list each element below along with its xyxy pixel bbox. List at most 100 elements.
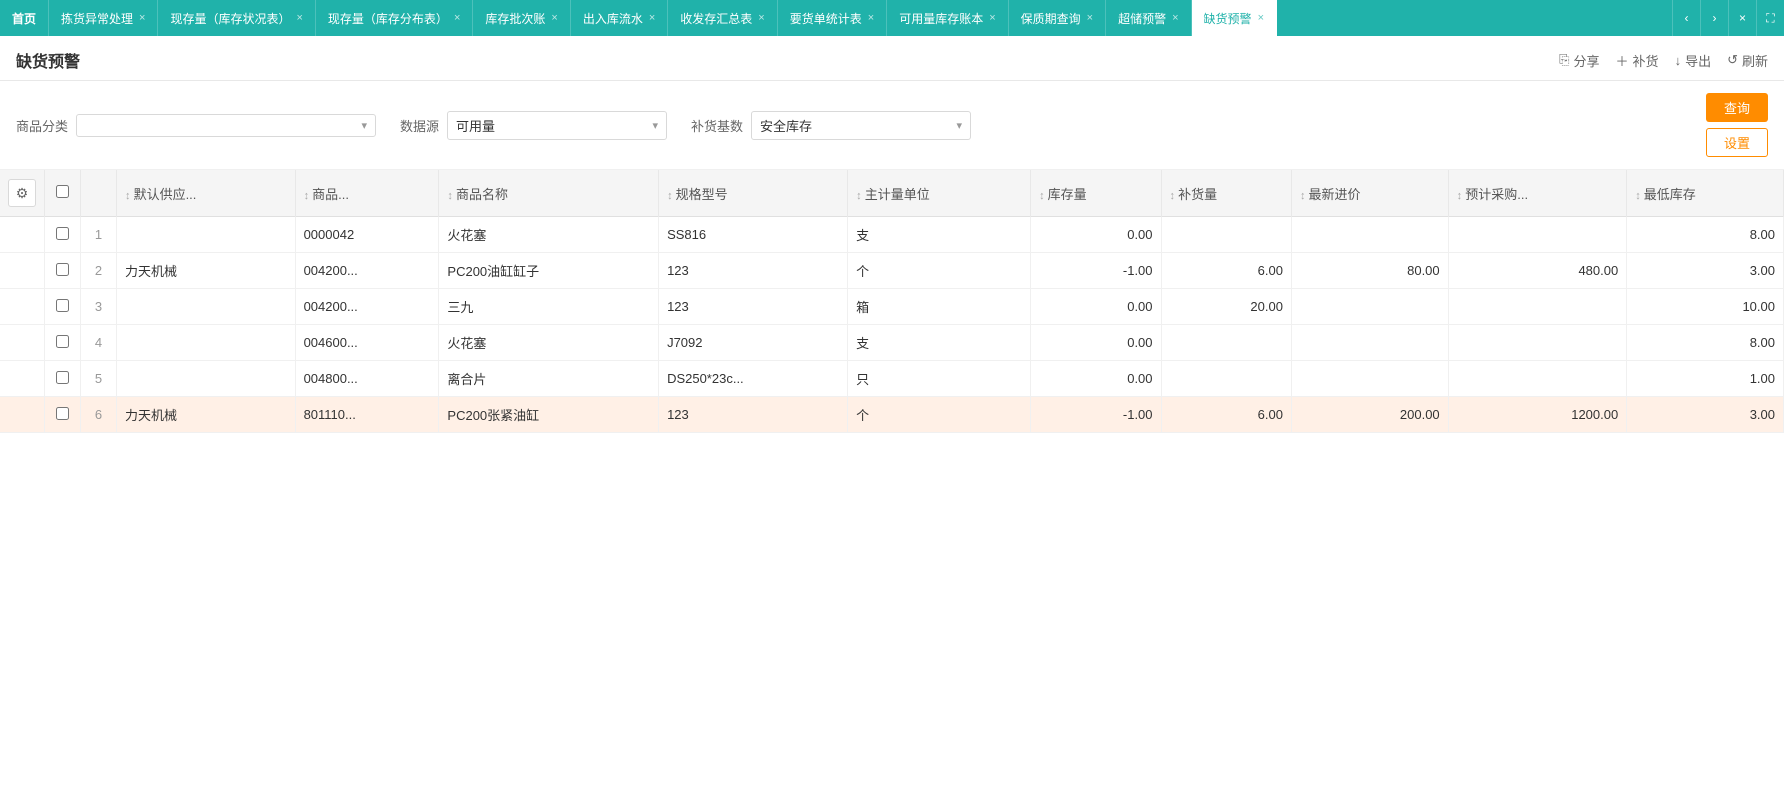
row-checkbox-cell	[45, 361, 81, 397]
row-checkbox[interactable]	[56, 335, 69, 348]
row-checkbox-cell	[45, 253, 81, 289]
row-product-code: 004200...	[295, 289, 439, 325]
tab-order-stats[interactable]: 要货单统计表 ×	[778, 0, 887, 36]
tab-stock-dist[interactable]: 现存量（库存分布表） ×	[316, 0, 473, 36]
tab-order-stats-close[interactable]: ×	[868, 12, 874, 24]
query-button[interactable]: 查询	[1706, 93, 1768, 122]
tab-avail-ledger-close[interactable]: ×	[989, 12, 995, 24]
replenish-qty-col-header[interactable]: 补货量	[1161, 170, 1291, 217]
category-select[interactable]: ▾	[76, 114, 376, 137]
row-checkbox[interactable]	[56, 371, 69, 384]
default-supplier-col-header[interactable]: 默认供应...	[117, 170, 296, 217]
row-product-code: 801110...	[295, 397, 439, 433]
product-code-col-header[interactable]: 商品...	[295, 170, 439, 217]
row-unit: 只	[848, 361, 1031, 397]
main-content: 缺货预警 ⎘ 分享 ＋ 补货 ↓ 导出 ↺ 刷新 商品分类	[0, 36, 1784, 796]
row-min-stock: 1.00	[1627, 361, 1784, 397]
tab-shortage-label: 缺货预警	[1204, 10, 1252, 27]
stock-qty-col-header[interactable]: 库存量	[1031, 170, 1161, 217]
row-unit: 个	[848, 397, 1031, 433]
tab-fullscreen-button[interactable]: ⛶	[1756, 0, 1784, 36]
gear-col-header: ⚙	[0, 170, 45, 217]
tab-expiry-label: 保质期查询	[1021, 10, 1081, 27]
row-est-purchase	[1448, 325, 1627, 361]
tab-exception-close[interactable]: ×	[139, 12, 145, 24]
row-checkbox[interactable]	[56, 227, 69, 240]
filter-actions: 查询 设置	[1706, 93, 1768, 157]
tab-stock-status-close[interactable]: ×	[296, 12, 302, 24]
row-spec: 123	[659, 397, 848, 433]
latest-price-col-header[interactable]: 最新进价	[1291, 170, 1448, 217]
row-est-purchase: 1200.00	[1448, 397, 1627, 433]
table-row: 3 004200... 三九 123 箱 0.00 20.00 10.00	[0, 289, 1784, 325]
row-spec: 123	[659, 289, 848, 325]
product-name-col-header[interactable]: 商品名称	[439, 170, 659, 217]
tab-shortage[interactable]: 缺货预警 ×	[1192, 0, 1277, 36]
tab-batch[interactable]: 库存批次账 ×	[473, 0, 570, 36]
row-default-supplier	[117, 217, 296, 253]
tab-batch-close[interactable]: ×	[551, 12, 557, 24]
row-est-purchase	[1448, 361, 1627, 397]
filter-bar: 商品分类 ▾ 数据源 可用量 ▾ 补货基数 安全库存 ▾ 查询 设置	[0, 81, 1784, 170]
refresh-button[interactable]: ↺ 刷新	[1727, 51, 1768, 70]
page-title: 缺货预警	[16, 48, 80, 72]
table-row: 2 力天机械 004200... PC200油缸缸子 123 个 -1.00 6…	[0, 253, 1784, 289]
replenish-button[interactable]: ＋ 补货	[1616, 51, 1659, 70]
row-min-stock: 8.00	[1627, 325, 1784, 361]
tab-next-button[interactable]: ›	[1700, 0, 1728, 36]
tab-stock-status-label: 现存量（库存状况表）	[170, 10, 290, 27]
row-default-supplier: 力天机械	[117, 253, 296, 289]
export-button[interactable]: ↓ 导出	[1675, 51, 1712, 70]
tab-avail-ledger[interactable]: 可用量库存账本 ×	[887, 0, 1008, 36]
row-num-cell: 2	[81, 253, 117, 289]
table-wrapper: ⚙ 默认供应... 商品... 商品名称 规格型号 主计量单位 库存量 补货量 …	[0, 170, 1784, 433]
datasource-select[interactable]: 可用量 ▾	[447, 111, 667, 140]
unit-col-header[interactable]: 主计量单位	[848, 170, 1031, 217]
tab-collect-summary-label: 收发存汇总表	[680, 10, 752, 27]
replenish-label: 补货	[1633, 51, 1659, 70]
select-all-checkbox[interactable]	[56, 185, 69, 198]
tab-stock-dist-close[interactable]: ×	[454, 12, 460, 24]
tab-inout-flow-close[interactable]: ×	[649, 12, 655, 24]
est-purchase-col-header[interactable]: 预计采购...	[1448, 170, 1627, 217]
tab-overstock[interactable]: 超储预警 ×	[1106, 0, 1191, 36]
tab-collect-summary[interactable]: 收发存汇总表 ×	[668, 0, 777, 36]
row-spec: SS816	[659, 217, 848, 253]
row-gear-cell	[0, 217, 45, 253]
tab-prev-button[interactable]: ‹	[1672, 0, 1700, 36]
row-product-code: 0000042	[295, 217, 439, 253]
tab-overstock-close[interactable]: ×	[1172, 12, 1178, 24]
column-settings-button[interactable]: ⚙	[8, 179, 36, 207]
replenish-basis-select[interactable]: 安全库存 ▾	[751, 111, 971, 140]
row-latest-price	[1291, 289, 1448, 325]
tab-expiry[interactable]: 保质期查询 ×	[1009, 0, 1106, 36]
row-replenish-qty	[1161, 361, 1291, 397]
tab-home[interactable]: 首页	[0, 0, 49, 36]
tab-stock-status[interactable]: 现存量（库存状况表） ×	[158, 0, 315, 36]
datasource-value: 可用量	[456, 116, 495, 135]
row-num-cell: 4	[81, 325, 117, 361]
row-default-supplier	[117, 289, 296, 325]
spec-col-header[interactable]: 规格型号	[659, 170, 848, 217]
row-default-supplier: 力天机械	[117, 397, 296, 433]
row-replenish-qty	[1161, 217, 1291, 253]
row-checkbox[interactable]	[56, 299, 69, 312]
tab-close-all-button[interactable]: ×	[1728, 0, 1756, 36]
row-latest-price: 80.00	[1291, 253, 1448, 289]
tab-inout-flow[interactable]: 出入库流水 ×	[571, 0, 668, 36]
row-latest-price: 200.00	[1291, 397, 1448, 433]
share-button[interactable]: ⎘ 分享	[1559, 51, 1599, 70]
settings-button[interactable]: 设置	[1706, 128, 1768, 157]
row-stock-qty: 0.00	[1031, 325, 1161, 361]
tab-expiry-close[interactable]: ×	[1087, 12, 1093, 24]
tab-collect-summary-close[interactable]: ×	[758, 12, 764, 24]
tab-shortage-close[interactable]: ×	[1258, 12, 1264, 24]
datasource-arrow-icon: ▾	[653, 119, 659, 132]
row-checkbox[interactable]	[56, 407, 69, 420]
row-checkbox[interactable]	[56, 263, 69, 276]
row-gear-cell	[0, 361, 45, 397]
checkbox-col-header	[45, 170, 81, 217]
export-label: 导出	[1685, 51, 1711, 70]
min-stock-col-header[interactable]: 最低库存	[1627, 170, 1784, 217]
tab-exception[interactable]: 拣货异常处理 ×	[49, 0, 158, 36]
